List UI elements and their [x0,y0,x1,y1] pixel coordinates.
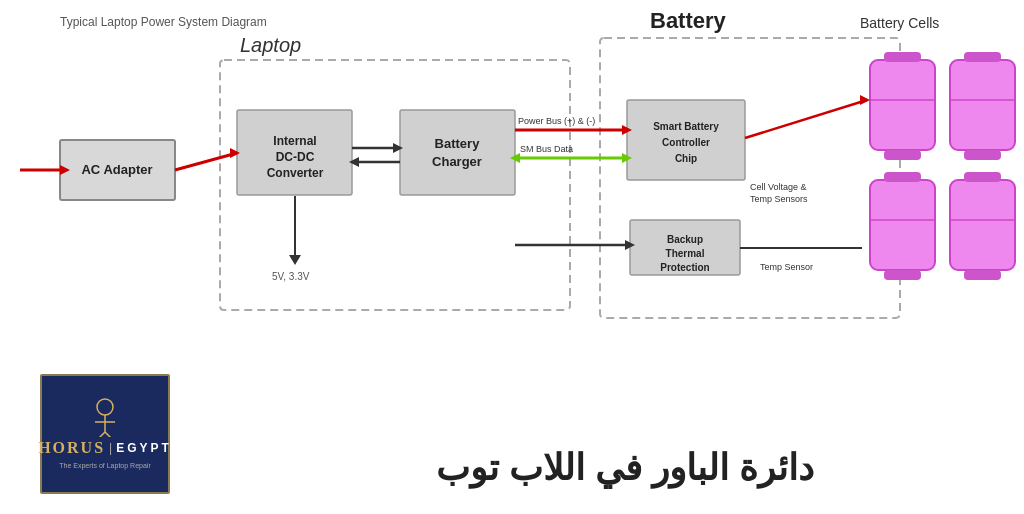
svg-marker-44 [393,143,403,153]
svg-rect-33 [964,150,1001,160]
svg-text:Cell Voltage &: Cell Voltage & [750,182,807,192]
svg-line-54 [745,100,867,138]
svg-marker-55 [860,95,870,105]
svg-text:Thermal: Thermal [666,248,705,259]
svg-rect-35 [950,180,1015,270]
svg-text:Smart Battery: Smart Battery [653,121,719,132]
svg-marker-42 [230,148,240,158]
svg-text:AC Adapter: AC Adapter [81,162,152,177]
svg-line-69 [105,432,112,437]
svg-marker-52 [510,153,520,163]
svg-text:Chip: Chip [675,153,697,164]
svg-rect-12 [400,110,515,195]
svg-rect-24 [884,52,921,62]
svg-rect-31 [950,60,1015,150]
svg-text:Battery: Battery [650,8,727,33]
svg-line-68 [98,432,105,437]
svg-marker-46 [349,157,359,167]
svg-text:Battery Cells: Battery Cells [860,15,939,31]
svg-text:5V, 3.3V: 5V, 3.3V [272,271,310,282]
svg-text:Temp Sensor: Temp Sensor [760,262,813,272]
svg-line-41 [175,153,237,170]
svg-rect-8 [237,110,352,195]
svg-marker-40 [60,165,70,175]
svg-rect-29 [884,270,921,280]
svg-text:Controller: Controller [662,137,710,148]
logo-egypt: EGYPT [116,441,172,455]
svg-marker-63 [289,255,301,265]
svg-text:Internal: Internal [273,134,316,148]
horus-icon [85,397,125,437]
svg-text:Temp Sensors: Temp Sensors [750,194,808,204]
logo-box: HORUS | EGYPT The Experts of Laptop Repa… [40,374,170,494]
svg-marker-51 [622,153,632,163]
svg-text:Protection: Protection [660,262,709,273]
svg-text:Converter: Converter [267,166,324,180]
svg-rect-25 [884,150,921,160]
svg-rect-28 [884,172,921,182]
svg-text:Typical Laptop Power System Di: Typical Laptop Power System Diagram [60,15,267,29]
svg-rect-19 [630,220,740,275]
svg-text:Laptop: Laptop [240,34,301,56]
svg-rect-27 [870,180,935,270]
svg-text:Backup: Backup [667,234,703,245]
svg-text:Power Bus (+) & (-): Power Bus (+) & (-) [518,116,595,126]
svg-text:Battery: Battery [435,136,481,151]
svg-rect-1 [220,60,570,310]
svg-marker-48 [622,125,632,135]
logo-subtitle: The Experts of Laptop Repair [55,461,154,471]
svg-rect-6 [60,140,175,200]
svg-rect-36 [964,172,1001,182]
svg-rect-23 [870,60,935,150]
arabic-title: دائرة الباور في اللاب توب [436,447,814,489]
svg-rect-32 [964,52,1001,62]
svg-point-65 [97,399,113,415]
svg-text:DC-DC: DC-DC [276,150,315,164]
logo-horus: HORUS [38,439,105,457]
svg-text:Charger: Charger [432,154,482,169]
svg-text:SM Bus Data: SM Bus Data [520,144,573,154]
svg-rect-3 [600,38,900,318]
svg-marker-59 [625,240,635,250]
svg-rect-37 [964,270,1001,280]
svg-rect-15 [627,100,745,180]
